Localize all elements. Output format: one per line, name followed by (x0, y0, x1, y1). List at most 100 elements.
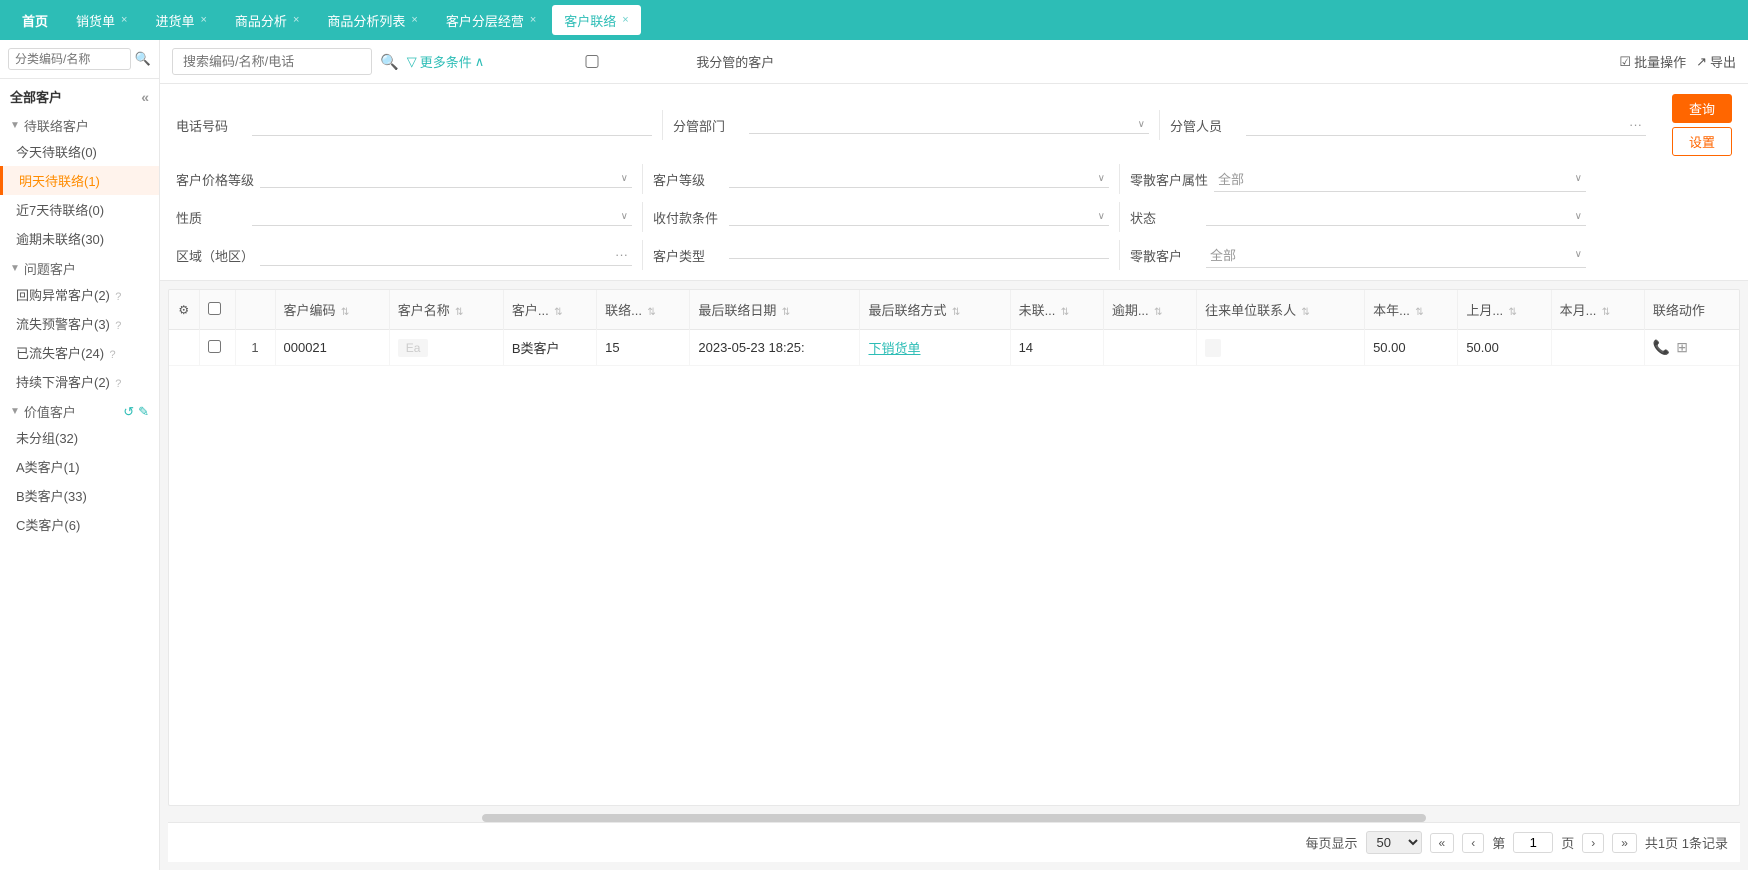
row-last-way-link[interactable]: 下销货单 (868, 341, 920, 356)
sidebar-item-class-c[interactable]: C类客户(6) (0, 510, 159, 539)
row-last-month: 50.00 (1458, 330, 1551, 366)
table-header-last-way[interactable]: 最后联络方式 ⇅ (860, 290, 1010, 330)
table-header-name[interactable]: 客户名称 ⇅ (389, 290, 503, 330)
value-customer-refresh-icon[interactable]: ↺ (123, 404, 134, 420)
table-header-contact[interactable]: 联络... ⇅ (597, 290, 690, 330)
filter-divider-4a (642, 240, 643, 270)
first-page-button[interactable]: « (1430, 833, 1455, 853)
row-grid-icon[interactable]: ⊞ (1676, 339, 1688, 356)
filter-row-3: 性质 ∨ 收付款条件 ∨ 状态 (176, 202, 1732, 232)
export-icon: ↗ (1696, 54, 1707, 70)
page-label: 第 (1492, 833, 1505, 852)
chevron-down-icon-status: ∨ (1575, 211, 1582, 222)
filter-phone: 电话号码 (176, 114, 652, 136)
last-page-button[interactable]: » (1612, 833, 1637, 853)
close-customer-tier-icon[interactable]: × (530, 14, 536, 26)
page-size-select[interactable]: 50 100 200 (1366, 831, 1422, 854)
filter-dept-select[interactable]: ∨ (749, 116, 1149, 134)
my-customers-checkbox-label[interactable]: 我分管的客户 (492, 52, 774, 71)
sidebar-item-class-a[interactable]: A类客户(1) (0, 452, 159, 481)
filter-person: 分管人员 ··· (1170, 114, 1646, 136)
horizontal-scrollbar[interactable] (168, 814, 1740, 822)
select-all-checkbox[interactable] (208, 302, 221, 315)
filter-divider-2b (1119, 164, 1120, 194)
nav-item-goods-analysis-list[interactable]: 商品分析列表 × (315, 5, 429, 35)
sidebar-item-churn-warning[interactable]: 流失预警客户(3) ? (0, 309, 159, 338)
filter-price-tier-select[interactable]: ∨ (260, 170, 632, 188)
my-customers-checkbox[interactable] (492, 55, 692, 68)
row-this-month (1551, 330, 1644, 366)
filter-payment-select[interactable]: ∨ (729, 208, 1109, 226)
value-customer-edit-icon[interactable]: ✎ (138, 404, 149, 420)
nav-item-goods-analysis[interactable]: 商品分析 × (223, 5, 311, 35)
filter-scattered-attr-select[interactable]: 全部 ∨ (1214, 166, 1586, 192)
filter-phone-input[interactable] (252, 114, 652, 136)
more-dots-icon-region[interactable]: ··· (615, 247, 628, 262)
scrollbar-thumb[interactable] (482, 814, 1425, 822)
sidebar-search-input[interactable] (8, 48, 131, 70)
sidebar-item-week-contact[interactable]: 近7天待联络(0) (0, 195, 159, 224)
filter-row-4: 区域（地区） ··· 客户类型 零散客户 全部 (176, 240, 1732, 270)
content-area: 🔍 ▽ 更多条件 ∧ 我分管的客户 ☑ 批量操作 ↗ 导出 (160, 40, 1748, 870)
filter-status-select[interactable]: ∨ (1206, 208, 1586, 226)
search-input[interactable] (172, 48, 372, 75)
table-header-gear[interactable]: ⚙ (169, 290, 199, 330)
sidebar-search-icon[interactable]: 🔍 (135, 51, 151, 67)
table-header-code[interactable]: 客户编码 ⇅ (275, 290, 389, 330)
sidebar-item-overdue-contact[interactable]: 逾期未联络(30) (0, 224, 159, 253)
prev-page-button[interactable]: ‹ (1462, 833, 1484, 853)
table-header-last-month[interactable]: 上月... ⇅ (1458, 290, 1551, 330)
sidebar-item-declining[interactable]: 持续下滑客户(2) ? (0, 367, 159, 396)
search-button[interactable]: 🔍 (380, 53, 399, 71)
table-header-no-contact[interactable]: 未联... ⇅ (1010, 290, 1103, 330)
close-sales-icon[interactable]: × (121, 14, 127, 26)
sidebar-item-today-contact[interactable]: 今天待联络(0) (0, 137, 159, 166)
filter-divider-2a (642, 164, 643, 194)
filter-row-2: 客户价格等级 ∨ 客户等级 ∨ 零散客户属性 (176, 164, 1732, 194)
sidebar-item-churned[interactable]: 已流失客户(24) ? (0, 338, 159, 367)
nav-item-customer-contact[interactable]: 客户联络 × (552, 5, 640, 35)
batch-operation-button[interactable]: ☑ 批量操作 (1619, 52, 1686, 71)
table-header-this-month[interactable]: 本月... ⇅ (1551, 290, 1644, 330)
sort-icon-contact: ⇅ (647, 307, 655, 318)
sidebar-item-abnormal-repurchase[interactable]: 回购异常客户(2) ? (0, 280, 159, 309)
sidebar-item-tomorrow-contact[interactable]: 明天待联络(1) (0, 166, 159, 195)
table-header-unit-contact[interactable]: 往来单位联系人 ⇅ (1197, 290, 1365, 330)
close-goods-analysis-list-icon[interactable]: × (411, 14, 417, 26)
top-navigation: 首页 销货单 × 进货单 × 商品分析 × 商品分析列表 × 客户分层经营 × … (0, 0, 1748, 40)
help-icon-churn[interactable]: ? (115, 320, 121, 332)
row-phone-icon[interactable]: 📞 (1653, 339, 1670, 356)
filter-scattered-customer-select[interactable]: 全部 ∨ (1206, 242, 1586, 268)
table-header-last-date[interactable]: 最后联络日期 ⇅ (690, 290, 860, 330)
nav-item-customer-tier[interactable]: 客户分层经营 × (434, 5, 548, 35)
sidebar-item-class-b[interactable]: B类客户(33) (0, 481, 159, 510)
filter-customer-type-select[interactable] (729, 252, 1109, 259)
next-page-button[interactable]: › (1582, 833, 1604, 853)
filter-person-select[interactable]: ··· (1246, 114, 1646, 136)
filter-nature-select[interactable]: ∨ (252, 208, 632, 226)
setting-button[interactable]: 设置 (1672, 127, 1732, 156)
help-icon-churned[interactable]: ? (109, 349, 115, 361)
table-header-this-year[interactable]: 本年... ⇅ (1365, 290, 1458, 330)
nav-item-purchase[interactable]: 进货单 × (143, 5, 218, 35)
table-header-type[interactable]: 客户... ⇅ (503, 290, 596, 330)
close-goods-analysis-icon[interactable]: × (293, 14, 299, 26)
sidebar-item-ungrouped[interactable]: 未分组(32) (0, 423, 159, 452)
nav-item-sales[interactable]: 销货单 × (64, 5, 139, 35)
more-dots-icon-person[interactable]: ··· (1629, 117, 1642, 132)
filter-region-select[interactable]: ··· (260, 244, 632, 266)
row-select-checkbox[interactable] (208, 340, 221, 353)
help-icon-declining[interactable]: ? (115, 378, 121, 390)
close-purchase-icon[interactable]: × (200, 14, 206, 26)
more-filter-button[interactable]: ▽ 更多条件 ∧ (407, 52, 485, 71)
filter-customer-tier-select[interactable]: ∨ (729, 170, 1109, 188)
filter-action-buttons: 查询 设置 (1672, 94, 1732, 156)
page-number-input[interactable] (1513, 832, 1553, 853)
help-icon-abnormal[interactable]: ? (115, 291, 121, 303)
query-button[interactable]: 查询 (1672, 94, 1732, 123)
table-header-overdue[interactable]: 逾期... ⇅ (1103, 290, 1196, 330)
export-button[interactable]: ↗ 导出 (1696, 52, 1736, 71)
sidebar-collapse-btn[interactable]: « (141, 89, 149, 105)
nav-item-home[interactable]: 首页 (10, 5, 60, 35)
close-customer-contact-icon[interactable]: × (622, 14, 628, 26)
